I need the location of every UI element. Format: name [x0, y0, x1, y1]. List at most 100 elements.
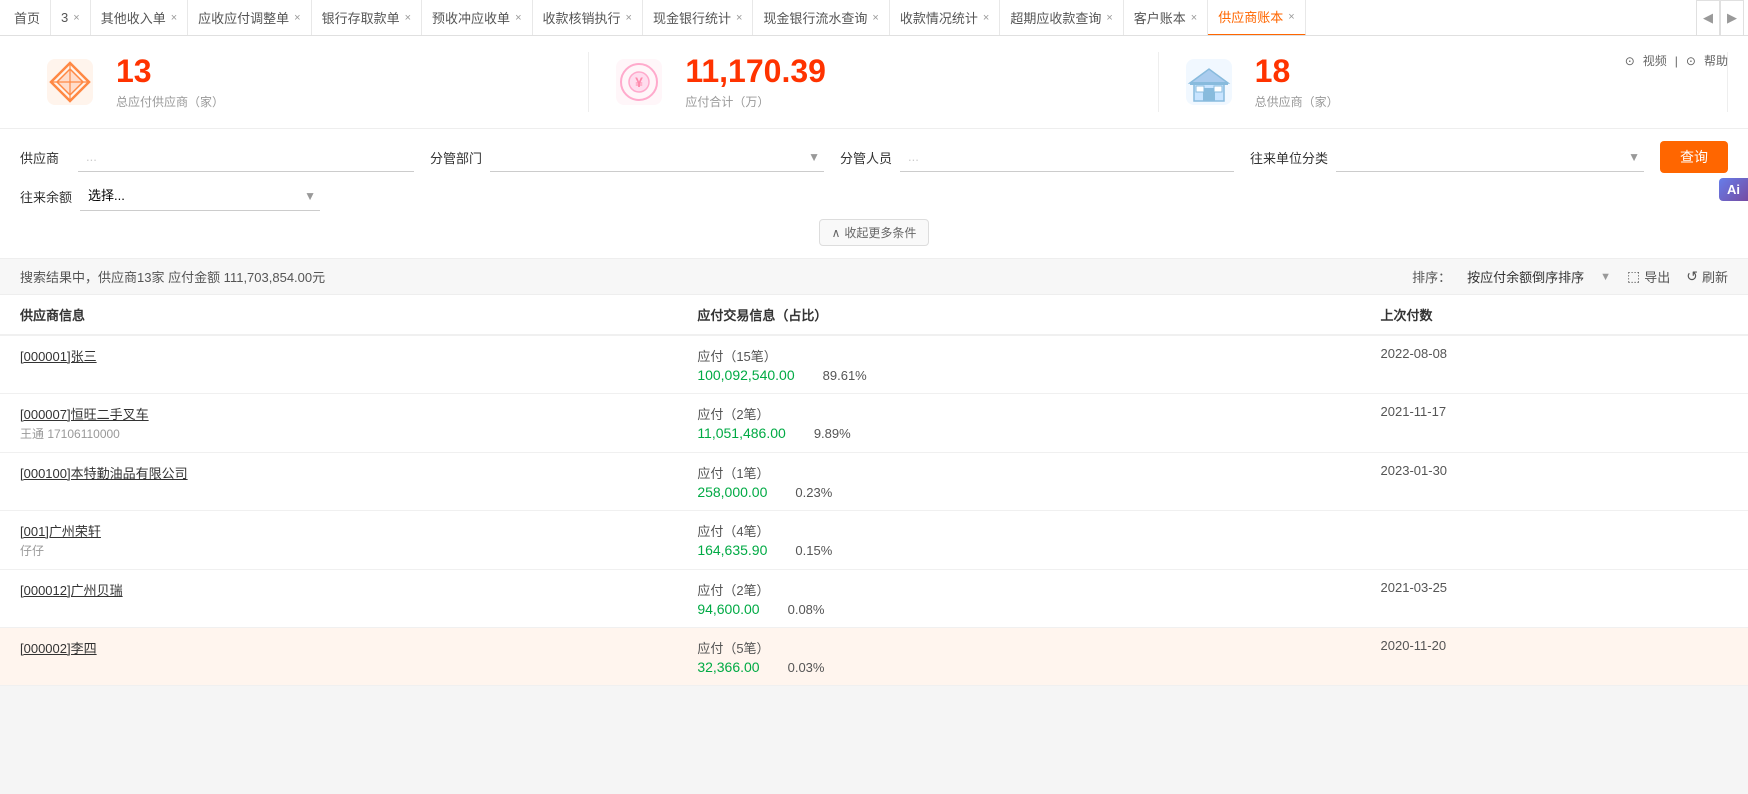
supplier-info-cell: [000100]本特勤油品有限公司 [0, 453, 677, 511]
nav-tab-cash-bank-stat[interactable]: 现金银行统计 × [643, 0, 753, 36]
filter-area: 供应商 分管部门 ▼ 分管人员 往来单位分类 [0, 129, 1748, 259]
supplier-sub-info: 王通 17106110000 [20, 425, 657, 442]
tx-info-cell: 应付（2笔）94,600.000.08% [677, 570, 1360, 628]
last-payment-cell: 2020-11-20 [1361, 628, 1708, 686]
supplier-link[interactable]: [000100]本特勤油品有限公司 [20, 466, 188, 481]
nav-tab-cash-flow[interactable]: 现金银行流水查询 × [753, 0, 889, 36]
nav-tab-overdue-ar-label: 超期应收款查询 [1010, 8, 1101, 27]
last-payment-date: 2021-11-17 [1381, 404, 1447, 419]
supplier-link[interactable]: [000007]恒旺二手叉车 [20, 407, 149, 422]
nav-tab-overdue-ar-close[interactable]: × [1106, 12, 1112, 24]
person-filter-input[interactable] [900, 142, 1234, 172]
nav-tab-other-income-close[interactable]: × [171, 12, 177, 24]
supplier-link[interactable]: [000012]广州贝瑞 [20, 583, 123, 598]
supplier-link[interactable]: [001]广州荣轩 [20, 524, 101, 539]
table-row: [000100]本特勤油品有限公司应付（1笔）258,000.000.23%20… [0, 453, 1748, 511]
supplier-filter-label: 供应商 [20, 148, 70, 167]
nav-tab-supplier-ledger[interactable]: 供应商账本 × [1208, 0, 1305, 36]
row-spacer [1708, 335, 1748, 394]
tx-percent: 0.23% [779, 485, 832, 500]
nav-tab-advance-ar[interactable]: 预收冲应收单 × [422, 0, 532, 36]
stat-number-total-all-suppliers: 18 [1255, 54, 1339, 89]
last-payment-date: 2021-03-25 [1381, 580, 1448, 595]
header-last-payment: 上次付数 [1361, 295, 1708, 335]
export-label: 导出 [1644, 267, 1670, 286]
last-payment-date: 2022-08-08 [1381, 346, 1448, 361]
supplier-filter-input[interactable] [78, 142, 414, 172]
category-filter-label: 往来单位分类 [1250, 148, 1328, 167]
nav-tab-collection-exec-label: 收款核销执行 [543, 8, 621, 27]
nav-tab-supplier-ledger-close[interactable]: × [1288, 11, 1294, 23]
nav-tab-collection-stat[interactable]: 收款情况统计 × [890, 0, 1000, 36]
tx-amount[interactable]: 32,366.00 [697, 659, 759, 675]
table-container: 供应商信息 应付交易信息（占比） 上次付数 [000001]张三应付（15笔）1… [0, 295, 1748, 686]
balance-filter-select[interactable]: 选择... [80, 181, 320, 211]
dept-filter-select[interactable] [490, 142, 824, 172]
row-spacer [1708, 570, 1748, 628]
nav-tab-other-income[interactable]: 其他收入单 × [91, 0, 188, 36]
nav-tab-ar-ap-adjust-label: 应收应付调整单 [198, 8, 289, 27]
nav-tab-advance-ar-close[interactable]: × [515, 12, 521, 24]
nav-tab-ar-ap-adjust[interactable]: 应收应付调整单 × [188, 0, 311, 36]
tx-amount-row: 164,635.900.15% [697, 540, 1340, 558]
sort-chevron-icon[interactable]: ▼ [1600, 271, 1611, 283]
collapse-button[interactable]: ∧ 收起更多条件 [819, 219, 930, 246]
video-link[interactable]: 视频 [1643, 52, 1667, 69]
stat-label-total-all-suppliers: 总供应商（家） [1255, 93, 1339, 110]
stats-bar: 13 总应付供应商（家） ¥ 11,170.39 应付合计（万） [0, 36, 1748, 129]
tx-amount-row: 94,600.000.08% [697, 599, 1340, 617]
stat-number-total-payable: 11,170.39 [685, 54, 826, 89]
help-link[interactable]: 帮助 [1704, 52, 1728, 69]
last-payment-cell: 2021-03-25 [1361, 570, 1708, 628]
nav-tab-customer-ledger[interactable]: 客户账本 × [1124, 0, 1208, 36]
filter-balance: 往来余额 选择... ▼ [20, 181, 320, 211]
last-payment-cell: 2022-08-08 [1361, 335, 1708, 394]
ai-badge[interactable]: Ai [1719, 178, 1748, 201]
nav-tab-collection-exec-close[interactable]: × [626, 12, 632, 24]
tx-amount[interactable]: 11,051,486.00 [697, 425, 786, 441]
tx-info-cell: 应付（2笔）11,051,486.009.89% [677, 394, 1360, 453]
export-button[interactable]: ⬚ 导出 [1627, 267, 1670, 286]
nav-tab-3-label: 3 [61, 10, 68, 25]
nav-tab-cash-flow-label: 现金银行流水查询 [763, 8, 867, 27]
last-payment-date: 2023-01-30 [1381, 463, 1448, 478]
table-row: [000002]李四应付（5笔）32,366.000.03%2020-11-20 [0, 628, 1748, 686]
nav-left-arrow[interactable]: ◀ [1696, 0, 1720, 36]
tx-amount[interactable]: 258,000.00 [697, 484, 767, 500]
supplier-table: 供应商信息 应付交易信息（占比） 上次付数 [000001]张三应付（15笔）1… [0, 295, 1748, 686]
nav-tab-home[interactable]: 首页 [4, 0, 51, 36]
filter-supplier: 供应商 [20, 142, 414, 172]
filter-person: 分管人员 [840, 142, 1234, 172]
sort-value[interactable]: 按应付余额倒序排序 [1467, 267, 1584, 286]
supplier-link[interactable]: [000002]李四 [20, 641, 97, 656]
nav-tab-bank-deposit-close[interactable]: × [405, 12, 411, 24]
nav-tab-cash-flow-close[interactable]: × [872, 12, 878, 24]
header-spacer [1708, 295, 1748, 335]
collapse-button-label: 收起更多条件 [844, 224, 916, 241]
nav-tab-collection-exec[interactable]: 收款核销执行 × [533, 0, 643, 36]
nav-tab-customer-ledger-close[interactable]: × [1191, 12, 1197, 24]
category-filter-select[interactable] [1336, 142, 1644, 172]
stat-label-total-payable: 应付合计（万） [685, 93, 826, 110]
nav-tab-bank-deposit[interactable]: 银行存取款单 × [312, 0, 422, 36]
nav-tab-cash-bank-stat-close[interactable]: × [736, 12, 742, 24]
tx-amount[interactable]: 100,092,540.00 [697, 367, 794, 383]
sort-label: 排序： [1412, 267, 1451, 286]
tx-amount-row: 32,366.000.03% [697, 657, 1340, 675]
nav-tab-collection-stat-close[interactable]: × [983, 12, 989, 24]
tx-amount[interactable]: 164,635.90 [697, 542, 767, 558]
supplier-link[interactable]: [000001]张三 [20, 349, 97, 364]
refresh-button[interactable]: ↺ 刷新 [1686, 267, 1728, 286]
nav-tab-3-close[interactable]: × [73, 12, 79, 24]
wheat-icon: ¥ [609, 52, 669, 112]
search-button[interactable]: 查询 [1660, 141, 1728, 173]
nav-tab-3[interactable]: 3 × [51, 0, 91, 36]
main-content: 13 总应付供应商（家） ¥ 11,170.39 应付合计（万） [0, 36, 1748, 686]
nav-tab-ar-ap-adjust-close[interactable]: × [294, 12, 300, 24]
row-spacer [1708, 453, 1748, 511]
tx-amount[interactable]: 94,600.00 [697, 601, 759, 617]
row-spacer [1708, 628, 1748, 686]
nav-right-arrow[interactable]: ▶ [1720, 0, 1744, 36]
tx-amount-row: 258,000.00 0.23% [697, 482, 1340, 500]
nav-tab-overdue-ar[interactable]: 超期应收款查询 × [1000, 0, 1123, 36]
